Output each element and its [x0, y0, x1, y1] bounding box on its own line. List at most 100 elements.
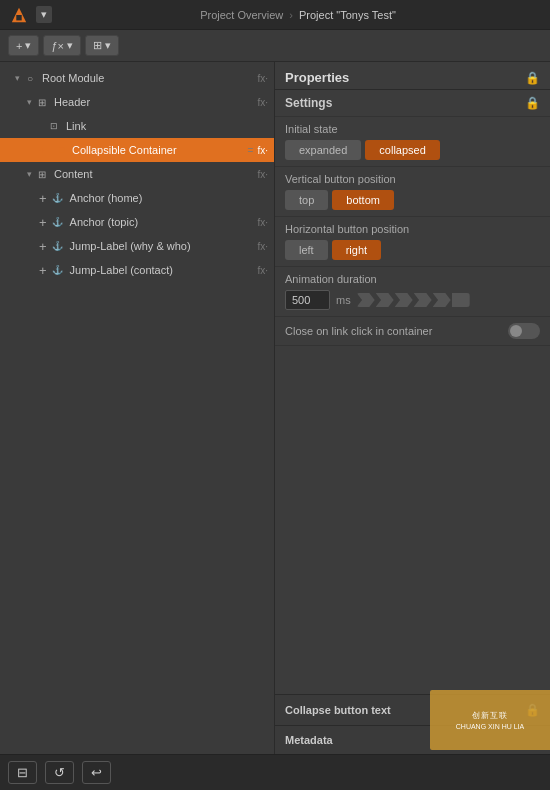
animation-value-input[interactable]: [285, 290, 330, 310]
btn-top[interactable]: top: [285, 190, 328, 210]
close-link-row: Close on link click in container: [275, 317, 550, 346]
tree-item-root[interactable]: ▾ ○ Root Module fx·: [0, 66, 274, 90]
tree-fx-root: fx·: [257, 73, 274, 84]
horizontal-position-label: Horizontal button position: [285, 223, 540, 235]
btn-collapsed[interactable]: collapsed: [365, 140, 439, 160]
initial-state-row: Initial state expanded collapsed: [275, 117, 550, 167]
chevron-5[interactable]: [433, 293, 451, 307]
taskbar-btn-3[interactable]: ↩: [82, 761, 111, 784]
tree-arrow-root: ▾: [12, 73, 22, 83]
main-container: ▾ ○ Root Module fx· ▾ ⊞ Header fx· ⊡ Lin…: [0, 62, 550, 754]
tree-arrow-header: ▾: [24, 97, 34, 107]
svg-rect-1: [16, 15, 21, 20]
close-link-toggle[interactable]: [508, 323, 540, 339]
btn-expanded[interactable]: expanded: [285, 140, 361, 160]
tree-fx-header: fx·: [257, 97, 274, 108]
animation-duration-row: Animation duration ms: [275, 267, 550, 317]
anchor-topic-icon: ⚓: [50, 214, 66, 230]
btn-right[interactable]: right: [332, 240, 381, 260]
properties-panel: Properties 🔒 Settings 🔒 Initial state ex…: [275, 62, 550, 754]
initial-state-btn-group: expanded collapsed: [285, 140, 540, 160]
tree-arrow-content: ▾: [24, 169, 34, 179]
jumplabel-why-icon: ⚓: [50, 238, 66, 254]
tree-equals-collapsible: =: [248, 145, 258, 156]
taskbar-btn-1[interactable]: ⊟: [8, 761, 37, 784]
tree-fx-jumplabel-why: fx·: [257, 241, 274, 252]
copy-icon: ⊞: [93, 39, 102, 52]
tree-add-anchor-home[interactable]: +: [36, 191, 50, 206]
tree-add-jumplabel-contact[interactable]: +: [36, 263, 50, 278]
add-icon: +: [16, 40, 22, 52]
settings-lock-icon: 🔒: [525, 96, 540, 110]
tree-label-jumplabel-why: Jump-Label (why & who): [70, 240, 258, 252]
root-module-icon: ○: [22, 70, 38, 86]
spacer: [275, 346, 550, 694]
animation-controls: ms: [285, 290, 540, 310]
tree-add-anchor-topic[interactable]: +: [36, 215, 50, 230]
vertical-position-label: Vertical button position: [285, 173, 540, 185]
chevron-1[interactable]: [357, 293, 375, 307]
tree-item-jumplabel-contact[interactable]: + ⚓ Jump-Label (contact) fx·: [0, 258, 274, 282]
chevron-3[interactable]: [395, 293, 413, 307]
taskbar: ⊟ ↺ ↩: [0, 754, 550, 790]
collapse-button-text-title: Collapse button text: [285, 704, 391, 716]
breadcrumb-separator: ›: [289, 9, 293, 21]
properties-header: Properties 🔒: [275, 62, 550, 90]
tree-label-anchor-home: Anchor (home): [70, 192, 274, 204]
header-icon: ⊞: [34, 94, 50, 110]
metadata-title: Metadata: [285, 734, 333, 746]
animation-chevrons: [357, 293, 470, 307]
chevron-2[interactable]: [376, 293, 394, 307]
watermark-text-2: CHUANG XIN HU LIA: [456, 723, 524, 730]
tree-item-link[interactable]: ⊡ Link: [0, 114, 274, 138]
horizontal-position-btn-group: left right: [285, 240, 540, 260]
chevron-6[interactable]: [452, 293, 470, 307]
func-label: ƒ×: [51, 40, 64, 52]
btn-left[interactable]: left: [285, 240, 328, 260]
tree-add-jumplabel-why[interactable]: +: [36, 239, 50, 254]
settings-title: Settings: [285, 96, 332, 110]
copy-arrow-icon: ▾: [105, 39, 111, 52]
add-arrow-icon: ▾: [25, 39, 31, 52]
breadcrumb-part1: Project Overview: [200, 9, 283, 21]
tree-label-link: Link: [66, 120, 274, 132]
watermark-text-1: 创新互联: [472, 710, 508, 721]
tree-item-anchor-topic[interactable]: + ⚓ Anchor (topic) fx·: [0, 210, 274, 234]
tree-item-jumplabel-why[interactable]: + ⚓ Jump-Label (why & who) fx·: [0, 234, 274, 258]
toolbar: + ▾ ƒ× ▾ ⊞ ▾: [0, 30, 550, 62]
tree-fx-collapsible: fx·: [257, 145, 274, 156]
tree-fx-anchor-topic: fx·: [257, 217, 274, 228]
func-button[interactable]: ƒ× ▾: [43, 35, 81, 56]
chevron-4[interactable]: [414, 293, 432, 307]
initial-state-label: Initial state: [285, 123, 540, 135]
tree-item-content[interactable]: ▾ ⊞ Content fx·: [0, 162, 274, 186]
link-icon: ⊡: [46, 118, 62, 134]
app-logo: [8, 4, 30, 26]
tree-item-collapsible[interactable]: + □ Collapsible Container = fx·: [0, 138, 274, 162]
tree-panel: ▾ ○ Root Module fx· ▾ ⊞ Header fx· ⊡ Lin…: [0, 62, 275, 754]
copy-button[interactable]: ⊞ ▾: [85, 35, 119, 56]
collapsible-box-icon: □: [54, 142, 70, 158]
properties-lock-icon: 🔒: [525, 71, 540, 85]
breadcrumb-current: Project "Tonys Test": [299, 9, 396, 21]
tree-label-header: Header: [54, 96, 257, 108]
tree-item-anchor-home[interactable]: + ⚓ Anchor (home): [0, 186, 274, 210]
tree-item-header[interactable]: ▾ ⊞ Header fx·: [0, 90, 274, 114]
tree-label-content: Content: [54, 168, 257, 180]
taskbar-btn-2[interactable]: ↺: [45, 761, 74, 784]
breadcrumb: Project Overview › Project "Tonys Test": [54, 9, 542, 21]
content-icon: ⊞: [34, 166, 50, 182]
anchor-home-icon: ⚓: [50, 190, 66, 206]
btn-bottom[interactable]: bottom: [332, 190, 394, 210]
settings-section-header: Settings 🔒: [275, 90, 550, 117]
top-bar: ▾ Project Overview › Project "Tonys Test…: [0, 0, 550, 30]
app-menu-button[interactable]: ▾: [36, 6, 52, 23]
tree-label-jumplabel-contact: Jump-Label (contact): [70, 264, 258, 276]
func-arrow-icon: ▾: [67, 39, 73, 52]
properties-title: Properties: [285, 70, 349, 85]
collapsible-icon: +: [34, 142, 50, 158]
jumplabel-contact-icon: ⚓: [50, 262, 66, 278]
add-button[interactable]: + ▾: [8, 35, 39, 56]
toggle-switch-knob: [510, 325, 522, 337]
horizontal-position-row: Horizontal button position left right: [275, 217, 550, 267]
